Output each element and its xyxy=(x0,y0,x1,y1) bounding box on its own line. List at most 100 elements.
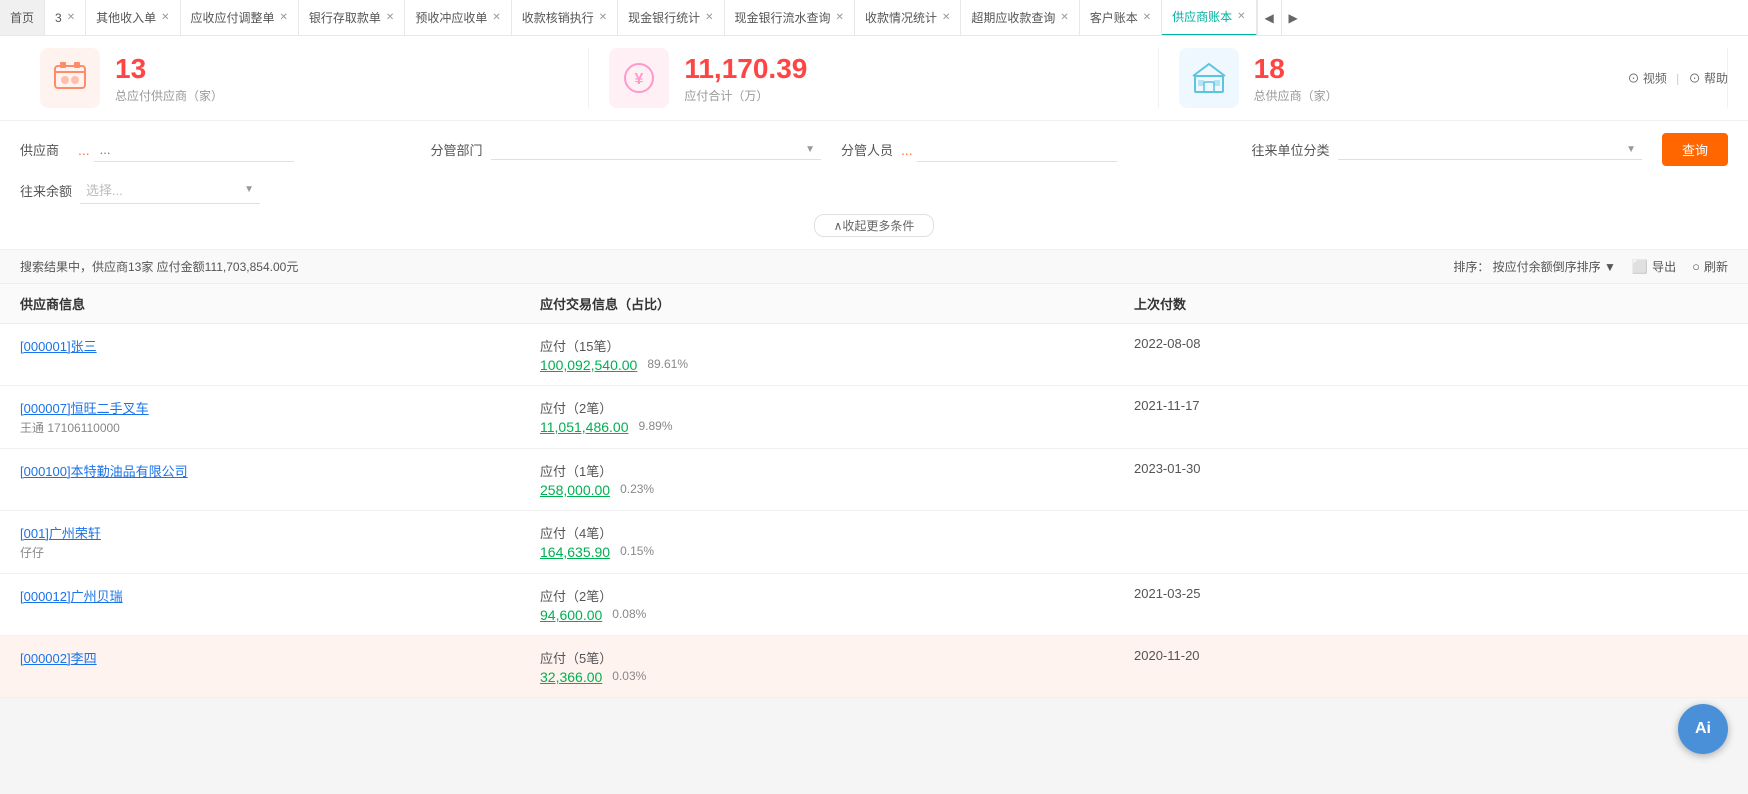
last-pay-cell: 2021-11-17 xyxy=(1134,398,1728,413)
payable-amount[interactable]: 164,635.90 xyxy=(540,544,610,560)
supplier-input[interactable] xyxy=(94,138,294,162)
close-icon[interactable]: ✕ xyxy=(599,12,607,23)
nav-arrow-right[interactable]: ▶ xyxy=(1281,0,1305,36)
supplier-count-label: 总应付供应商（家） xyxy=(115,87,223,104)
nav-tab-prepay[interactable]: 预收冲应收单 ✕ xyxy=(405,0,511,36)
person-ellipsis[interactable]: ... xyxy=(901,142,913,158)
supplier-ellipsis[interactable]: ... xyxy=(78,142,90,158)
nav-tab-cash-stats[interactable]: 现金银行统计 ✕ xyxy=(618,0,724,36)
nav-tab-3[interactable]: 3 ✕ xyxy=(45,0,86,36)
nav-tab-collection-stats[interactable]: 收款情况统计 ✕ xyxy=(855,0,961,36)
video-link[interactable]: ⊙ 视频 xyxy=(1627,72,1666,86)
col-supplier-info: 供应商信息 xyxy=(20,294,540,313)
last-pay-cell: 2020-11-20 xyxy=(1134,648,1728,663)
supplier-link[interactable]: [000100]本特勤油品有限公司 xyxy=(20,461,540,480)
ai-button[interactable]: Ai xyxy=(1678,704,1728,754)
balance-placeholder: 选择... xyxy=(86,180,244,199)
supplier-info-cell: [000002]李四 xyxy=(20,648,540,667)
nav-tab-collection[interactable]: 收款核销执行 ✕ xyxy=(512,0,618,36)
col-last-pay: 上次付数 xyxy=(1134,294,1728,313)
payable-icon: ¥ xyxy=(609,48,669,108)
nav-tab-cash-flow[interactable]: 现金银行流水查询 ✕ xyxy=(725,0,855,36)
supplier-link[interactable]: [001]广州荣轩 xyxy=(20,523,540,542)
supplier-sub: 王通 17106110000 xyxy=(20,419,540,436)
chevron-up-icon: ∧ xyxy=(834,219,843,233)
total-supplier-count-label: 总供应商（家） xyxy=(1254,87,1338,104)
payable-amount[interactable]: 32,366.00 xyxy=(540,669,602,685)
payable-info-cell: 应付（15笔） 100,092,540.00 89.61% xyxy=(540,336,1134,373)
close-icon[interactable]: ✕ xyxy=(161,12,169,23)
last-pay-cell: 2021-03-25 xyxy=(1134,586,1728,601)
person-label: 分管人员 xyxy=(841,140,893,159)
filter-person: 分管人员 ... xyxy=(841,138,1232,162)
dept-select[interactable]: ▼ xyxy=(491,140,821,160)
person-input[interactable] xyxy=(917,138,1117,162)
supplier-info-cell: [000100]本特勤油品有限公司 xyxy=(20,461,540,480)
top-navigation: 首页 3 ✕ 其他收入单 ✕ 应收应付调整单 ✕ 银行存取款单 ✕ 预收冲应收单… xyxy=(0,0,1748,36)
supplier-link[interactable]: [000001]张三 xyxy=(20,336,540,355)
results-text: 搜索结果中，供应商13家 应付金额111,703,854.00元 xyxy=(20,258,298,275)
payable-amount[interactable]: 100,092,540.00 xyxy=(540,357,637,373)
nav-tab-bank-deposit[interactable]: 银行存取款单 ✕ xyxy=(299,0,405,36)
balance-label: 往来余额 xyxy=(20,181,72,200)
close-icon[interactable]: ✕ xyxy=(1237,11,1245,22)
help-link[interactable]: ⊙ 帮助 xyxy=(1689,72,1728,86)
table-row: [000007]恒旺二手叉车 王通 17106110000 应付（2笔） 11,… xyxy=(0,386,1748,449)
payable-info-cell: 应付（2笔） 94,600.00 0.08% xyxy=(540,586,1134,623)
payable-total-label: 应付合计（万） xyxy=(684,87,807,104)
export-icon: ⬜ xyxy=(1632,259,1648,275)
nav-tab-customer-book[interactable]: 客户账本 ✕ xyxy=(1080,0,1162,36)
payable-info-cell: 应付（1笔） 258,000.00 0.23% xyxy=(540,461,1134,498)
close-icon[interactable]: ✕ xyxy=(1143,12,1151,23)
payable-amount[interactable]: 94,600.00 xyxy=(540,607,602,623)
nav-tab-supplier-book[interactable]: 供应商账本 ✕ xyxy=(1162,0,1256,36)
payable-info-cell: 应付（2笔） 11,051,486.00 9.89% xyxy=(540,398,1134,435)
supplier-link[interactable]: [000002]李四 xyxy=(20,648,540,667)
export-button[interactable]: ⬜ 导出 xyxy=(1632,258,1676,275)
payable-amount[interactable]: 11,051,486.00 xyxy=(540,419,629,435)
payable-pct: 89.61% xyxy=(647,357,688,371)
table-header: 供应商信息 应付交易信息（占比） 上次付数 xyxy=(0,284,1748,324)
nav-tab-home[interactable]: 首页 xyxy=(0,0,45,36)
close-icon[interactable]: ✕ xyxy=(836,12,844,23)
nav-tab-adjustment[interactable]: 应收应付调整单 ✕ xyxy=(181,0,299,36)
category-select[interactable]: ▼ xyxy=(1338,140,1642,160)
close-icon[interactable]: ✕ xyxy=(1060,12,1068,23)
close-icon[interactable]: ✕ xyxy=(67,12,75,23)
nav-arrow-left[interactable]: ◀ xyxy=(1257,0,1281,36)
close-icon[interactable]: ✕ xyxy=(705,12,713,23)
filter-dept: 分管部门 ▼ xyxy=(431,140,822,160)
close-icon[interactable]: ✕ xyxy=(280,12,288,23)
summary-card-suppliers: 13 总应付供应商（家） xyxy=(20,48,589,108)
nav-tab-overdue[interactable]: 超期应收款查询 ✕ xyxy=(961,0,1079,36)
results-bar: 搜索结果中，供应商13家 应付金额111,703,854.00元 排序： 按应付… xyxy=(0,250,1748,284)
balance-select[interactable]: 选择... ▼ xyxy=(80,176,260,204)
card-info-suppliers: 13 总应付供应商（家） xyxy=(115,52,223,105)
col-payable-info: 应付交易信息（占比） xyxy=(540,294,1134,313)
close-icon[interactable]: ✕ xyxy=(386,12,394,23)
collapse-button[interactable]: ∧ 收起更多条件 xyxy=(814,214,934,237)
close-icon[interactable]: ✕ xyxy=(942,12,950,23)
supplier-link[interactable]: [000007]恒旺二手叉车 xyxy=(20,398,540,417)
category-label: 往来单位分类 xyxy=(1252,140,1330,159)
supplier-link[interactable]: [000012]广州贝瑞 xyxy=(20,586,540,605)
dept-label: 分管部门 xyxy=(431,140,483,159)
supplier-info-cell: [000001]张三 xyxy=(20,336,540,355)
supplier-count: 13 xyxy=(115,52,223,86)
payable-total: 11,170.39 xyxy=(684,52,807,86)
nav-tab-other-income[interactable]: 其他收入单 ✕ xyxy=(86,0,180,36)
svg-text:¥: ¥ xyxy=(635,71,644,88)
search-button[interactable]: 查询 xyxy=(1662,133,1728,166)
supplier-label: 供应商 xyxy=(20,140,70,159)
supplier-icon xyxy=(40,48,100,108)
sort-chevron-icon: ▼ xyxy=(1604,260,1616,274)
sort-value[interactable]: 按应付余额倒序排序 xyxy=(1493,260,1601,274)
top-right-links: ⊙ 视频 | ⊙ 帮助 xyxy=(1627,70,1728,87)
supplier-sub: 仔仔 xyxy=(20,544,540,561)
filter-row-2: 往来余额 选择... ▼ xyxy=(20,176,1728,204)
filter-row-1: 供应商 ... 分管部门 ▼ 分管人员 ... 往来单位分类 ▼ 查询 xyxy=(20,133,1728,166)
supplier-info-cell: [000012]广州贝瑞 xyxy=(20,586,540,605)
close-icon[interactable]: ✕ xyxy=(492,12,500,23)
payable-amount[interactable]: 258,000.00 xyxy=(540,482,610,498)
refresh-button[interactable]: ○ 刷新 xyxy=(1692,258,1728,275)
